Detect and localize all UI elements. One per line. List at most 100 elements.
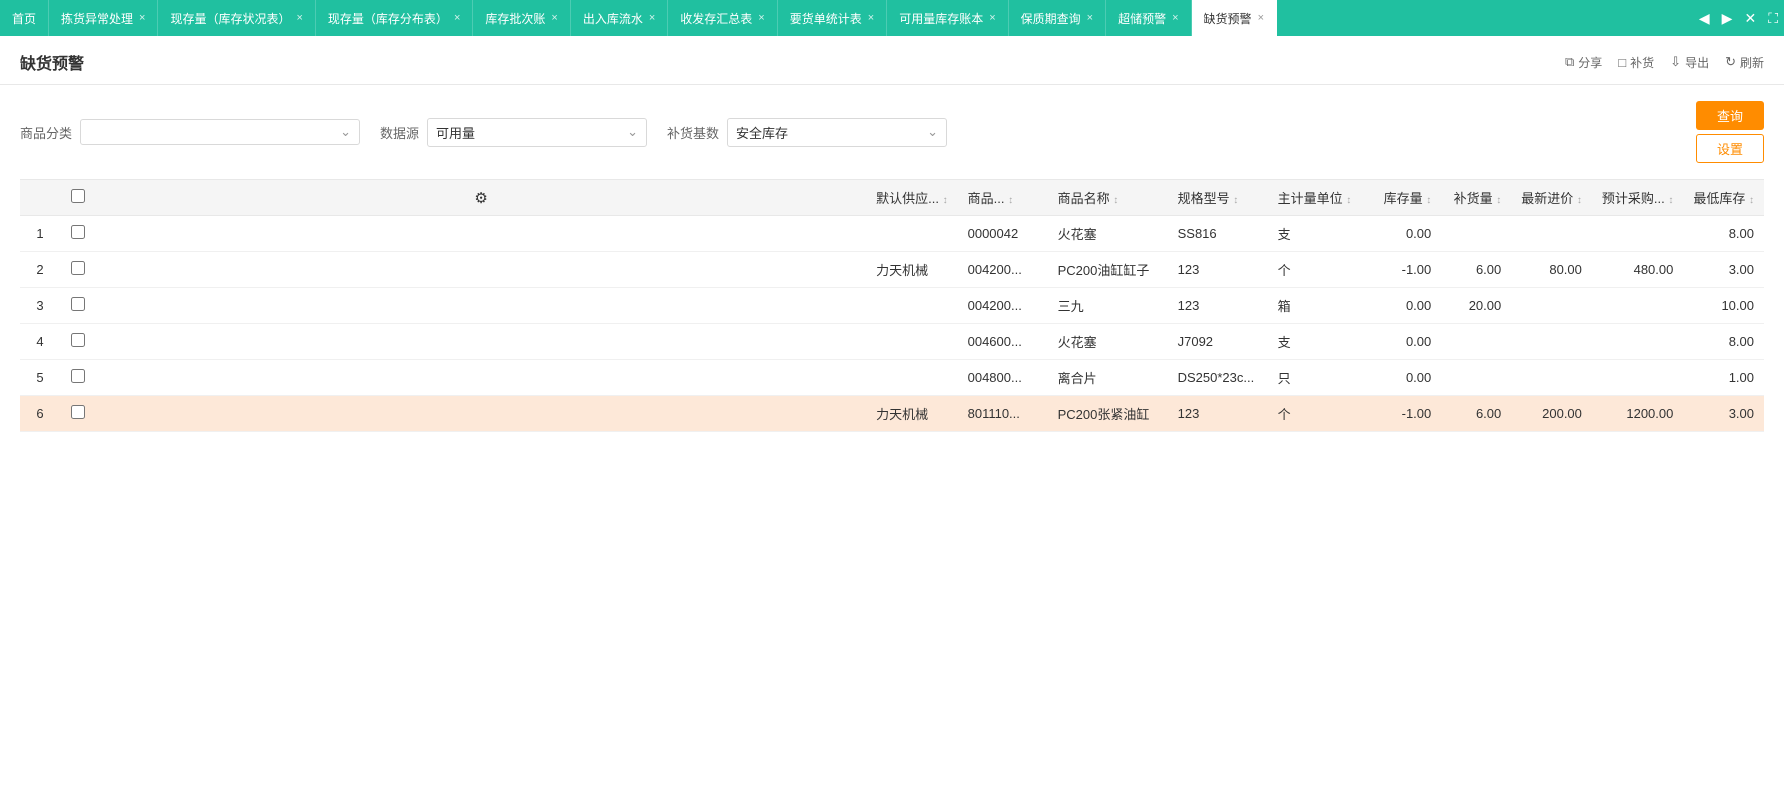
page-title: 缺货预警 (20, 50, 84, 74)
header-actions: ⧉ 分享 □ 补货 ⇩ 导出 ↻ 刷新 (1565, 54, 1764, 71)
tab-available-close[interactable]: × (989, 12, 995, 24)
main-content: 缺货预警 ⧉ 分享 □ 补货 ⇩ 导出 ↻ 刷新 商品分类 (0, 36, 1784, 796)
tab-maximize[interactable]: ⛶ (1762, 0, 1784, 36)
tab-expiry[interactable]: 保质期查询 × (1009, 0, 1106, 36)
cell-supplier (866, 324, 957, 360)
datasource-filter-group: 数据源 可用量 ⌄ (380, 118, 647, 147)
th-minstock-label: 最低库存 (1693, 191, 1745, 206)
tab-shortage[interactable]: 缺货预警 × (1192, 0, 1277, 36)
cell-check (60, 396, 96, 432)
tab-demand-stats[interactable]: 要货单统计表 × (778, 0, 887, 36)
cell-replenish (1441, 324, 1511, 360)
cell-index: 1 (20, 216, 60, 252)
tab-inventory-status[interactable]: 现存量（库存状况表） × (158, 0, 315, 36)
th-replenish[interactable]: 补货量 ↕ (1441, 180, 1511, 216)
tab-scroll-left[interactable]: ◀ (1693, 0, 1716, 36)
th-replenish-label: 补货量 (1454, 191, 1493, 206)
export-button[interactable]: ⇩ 导出 (1670, 54, 1709, 71)
row-checkbox[interactable] (71, 297, 85, 311)
th-supplier[interactable]: 默认供应... ↕ (866, 180, 957, 216)
tab-close-current[interactable]: ✕ (1738, 0, 1762, 36)
th-code[interactable]: 商品... ↕ (958, 180, 1048, 216)
gear-settings-icon[interactable]: ⚙ (474, 189, 487, 207)
filter-bar: 商品分类 ⌄ 数据源 可用量 ⌄ 补货基数 安全库存 ⌄ 查询 设置 (0, 85, 1784, 179)
table-row: 5 004800... 离合片 DS250*23c... 只 0.00 1.00 (20, 360, 1764, 396)
cell-index: 5 (20, 360, 60, 396)
tab-batch-account[interactable]: 库存批次账 × (473, 0, 570, 36)
category-label: 商品分类 (20, 123, 72, 142)
cell-code: 004200... (958, 288, 1048, 324)
tab-bar: 首页 拣货异常处理 × 现存量（库存状况表） × 现存量（库存分布表） × 库存… (0, 0, 1784, 36)
tab-receive-send[interactable]: 收发存汇总表 × (668, 0, 777, 36)
tab-overstock-close[interactable]: × (1172, 12, 1178, 24)
tab-shortage-close[interactable]: × (1258, 12, 1264, 24)
tab-demand-close[interactable]: × (868, 12, 874, 24)
th-stock[interactable]: 库存量 ↕ (1361, 180, 1441, 216)
cell-supplier: 力天机械 (866, 396, 957, 432)
query-button[interactable]: 查询 (1696, 101, 1764, 130)
tab-inout-close[interactable]: × (649, 12, 655, 24)
tab-inventory-dist-close[interactable]: × (454, 12, 460, 24)
cell-code: 0000042 (958, 216, 1048, 252)
row-checkbox[interactable] (71, 333, 85, 347)
replenish-button[interactable]: □ 补货 (1618, 54, 1654, 71)
row-checkbox[interactable] (71, 369, 85, 383)
th-price[interactable]: 最新进价 ↕ (1511, 180, 1592, 216)
th-index (20, 180, 60, 216)
row-checkbox[interactable] (71, 405, 85, 419)
settings-button[interactable]: 设置 (1696, 134, 1764, 163)
table-row: 4 004600... 火花塞 J7092 支 0.00 8.00 (20, 324, 1764, 360)
tab-home[interactable]: 首页 (0, 0, 49, 36)
share-button[interactable]: ⧉ 分享 (1565, 54, 1602, 71)
category-filter-group: 商品分类 ⌄ (20, 119, 360, 145)
cell-replenish (1441, 216, 1511, 252)
select-all-checkbox[interactable] (71, 189, 85, 203)
tab-inout-flow[interactable]: 出入库流水 × (571, 0, 668, 36)
cell-minstock: 1.00 (1683, 360, 1764, 396)
row-checkbox[interactable] (71, 225, 85, 239)
tab-inventory-status-close[interactable]: × (296, 12, 302, 24)
th-plan[interactable]: 预计采购... ↕ (1592, 180, 1683, 216)
cell-supplier (866, 216, 957, 252)
th-unit[interactable]: 主计量单位 ↕ (1268, 180, 1362, 216)
th-code-label: 商品... (968, 191, 1005, 206)
tab-receive-send-close[interactable]: × (758, 12, 764, 24)
th-name[interactable]: 商品名称 ↕ (1048, 180, 1168, 216)
share-icon: ⧉ (1565, 54, 1574, 70)
tab-scroll-right[interactable]: ▶ (1716, 0, 1739, 36)
replenish-base-select[interactable]: 安全库存 ⌄ (727, 118, 947, 147)
th-minstock[interactable]: 最低库存 ↕ (1683, 180, 1764, 216)
th-stock-label: 库存量 (1384, 191, 1423, 206)
th-name-label: 商品名称 (1058, 191, 1110, 206)
tab-expiry-close[interactable]: × (1087, 12, 1093, 24)
tab-available-account[interactable]: 可用量库存账本 × (887, 0, 1008, 36)
tab-batch-close[interactable]: × (551, 12, 557, 24)
cell-minstock: 8.00 (1683, 324, 1764, 360)
cell-supplier (866, 288, 957, 324)
cell-unit: 箱 (1268, 288, 1362, 324)
cell-plan: 1200.00 (1592, 396, 1683, 432)
th-spec[interactable]: 规格型号 ↕ (1168, 180, 1268, 216)
cell-code: 004600... (958, 324, 1048, 360)
datasource-select[interactable]: 可用量 ⌄ (427, 118, 647, 147)
cell-check (60, 216, 96, 252)
tab-available-label: 可用量库存账本 (899, 10, 983, 27)
tab-receive-send-label: 收发存汇总表 (680, 10, 752, 27)
cell-gear (96, 252, 866, 288)
refresh-button[interactable]: ↻ 刷新 (1725, 54, 1764, 71)
th-supplier-label: 默认供应... (876, 191, 939, 206)
spec-sort-icon: ↕ (1233, 195, 1238, 206)
tab-picking-exception[interactable]: 拣货异常处理 × (49, 0, 158, 36)
tab-overstock[interactable]: 超储预警 × (1106, 0, 1191, 36)
row-checkbox[interactable] (71, 261, 85, 275)
category-select[interactable]: ⌄ (80, 119, 360, 145)
th-check (60, 180, 96, 216)
tab-inventory-dist[interactable]: 现存量（库存分布表） × (316, 0, 473, 36)
tab-picking-close[interactable]: × (139, 12, 145, 24)
supplier-sort-icon: ↕ (943, 195, 948, 206)
cell-plan (1592, 216, 1683, 252)
refresh-label: 刷新 (1740, 54, 1764, 71)
data-table: ⚙ 默认供应... ↕ 商品... ↕ 商品名称 ↕ (20, 179, 1764, 432)
th-gear: ⚙ (96, 180, 866, 216)
code-sort-icon: ↕ (1008, 195, 1013, 206)
